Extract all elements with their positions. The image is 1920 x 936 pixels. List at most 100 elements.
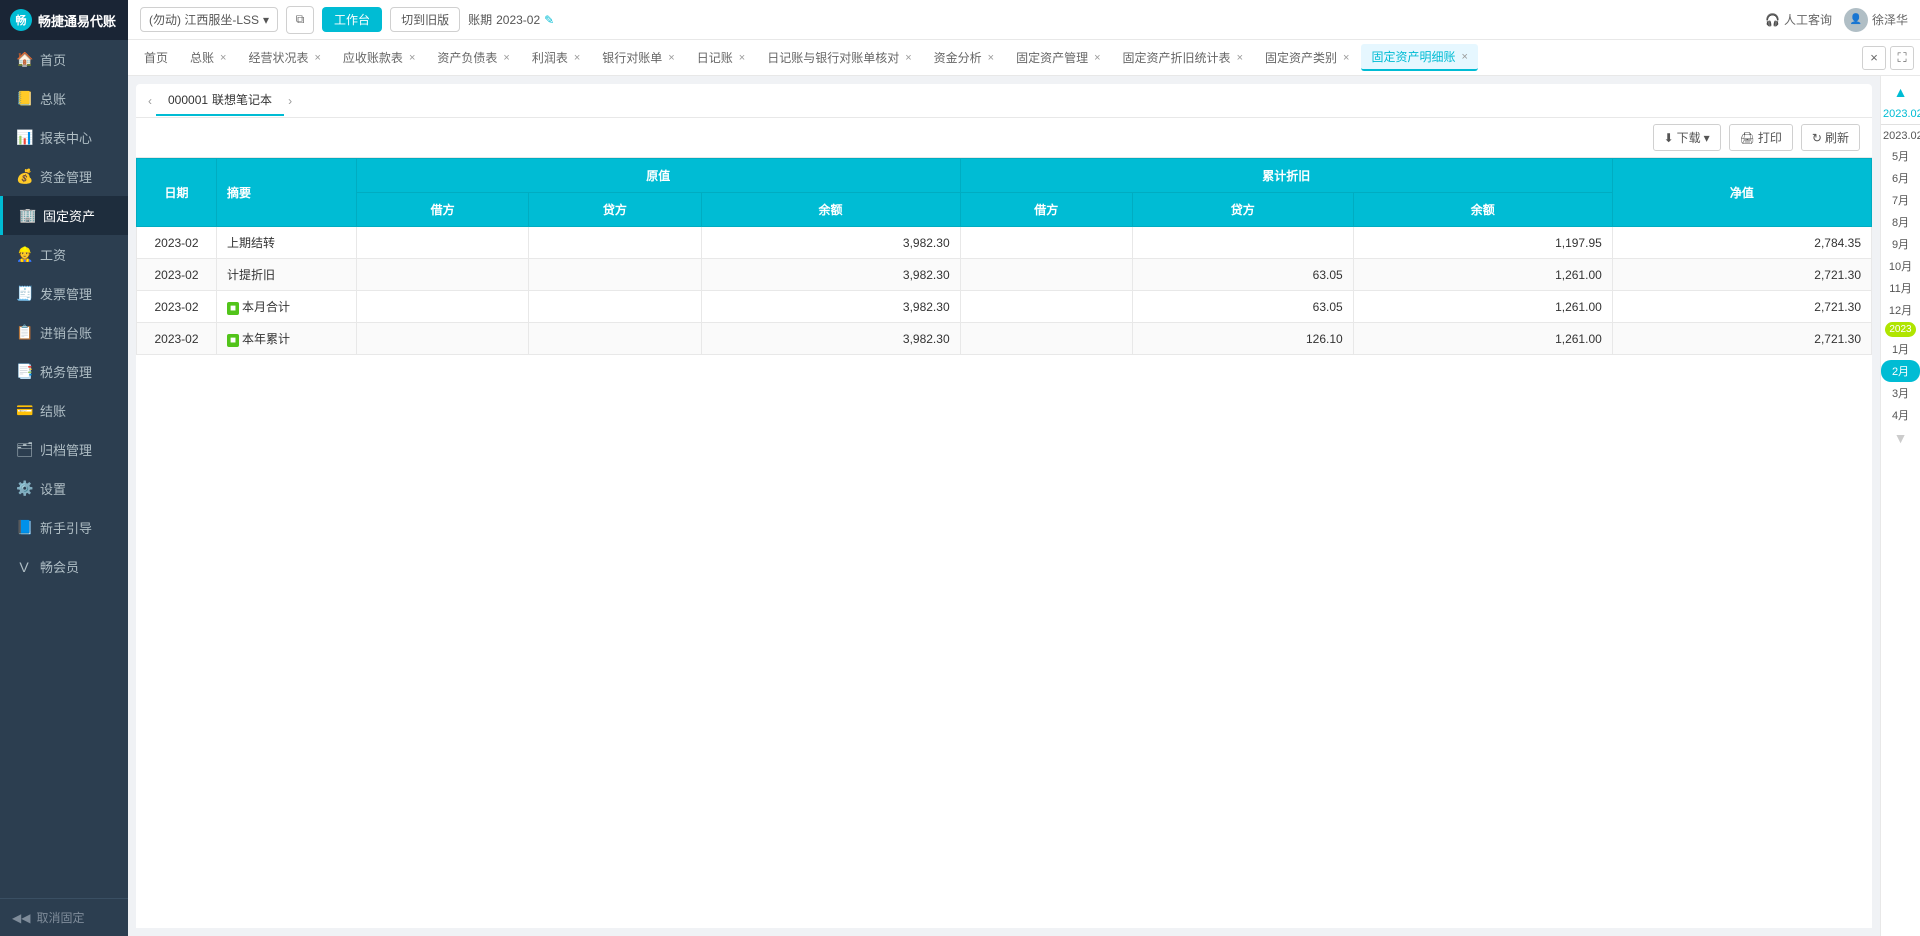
tag-green-2: ■ bbox=[227, 302, 239, 315]
right-panel-month-item-5[interactable]: 8月 bbox=[1881, 211, 1920, 233]
sidebar-icon-1: 📒 bbox=[16, 90, 32, 107]
cell-lj-credit-0 bbox=[1132, 227, 1353, 259]
right-panel-month-item-8[interactable]: 11月 bbox=[1881, 277, 1920, 299]
workbench-button[interactable]: 工作台 bbox=[322, 7, 382, 32]
sidebar-item-2[interactable]: 📊报表中心 bbox=[0, 118, 128, 157]
tab-item-0[interactable]: 首页 bbox=[134, 45, 178, 70]
sidebar-item-7[interactable]: 📋进销台账 bbox=[0, 313, 128, 352]
cell-yz-debit-3 bbox=[357, 323, 529, 355]
scroll-down-button[interactable]: ▼ bbox=[1890, 426, 1912, 450]
right-panel-month-item-4[interactable]: 7月 bbox=[1881, 189, 1920, 211]
table-header-row2: 借方 贷方 余额 借方 贷方 余额 bbox=[137, 193, 1872, 227]
sidebar-label-5: 工资 bbox=[40, 245, 66, 264]
cell-date-2: 2023-02 bbox=[137, 291, 217, 323]
print-button[interactable]: 🖨 打印 bbox=[1729, 124, 1793, 151]
right-panel-month-item-7[interactable]: 10月 bbox=[1881, 255, 1920, 277]
period-edit-icon[interactable]: ✎ bbox=[544, 13, 554, 27]
copy-button[interactable]: ⧉ bbox=[286, 6, 314, 34]
tab-fullscreen-button[interactable]: ⛶ bbox=[1890, 46, 1914, 70]
sidebar-label-4: 固定资产 bbox=[43, 206, 95, 225]
logo-icon: 畅 bbox=[10, 9, 32, 31]
right-panel-month-item-11[interactable]: 1月 bbox=[1881, 338, 1920, 360]
sidebar-item-0[interactable]: 🏠首页 bbox=[0, 40, 128, 79]
tab-close-12[interactable]: × bbox=[1343, 52, 1349, 64]
user-menu[interactable]: 👤 徐泽华 bbox=[1844, 8, 1908, 32]
tab-item-11[interactable]: 固定资产折旧统计表× bbox=[1113, 45, 1253, 70]
toolbar: ⬇ 下载 ▾ 🖨 打印 ↻ 刷新 bbox=[136, 118, 1872, 158]
col-date-header: 日期 bbox=[137, 159, 217, 227]
tab-label-8: 日记账与银行对账单核对 bbox=[767, 49, 899, 66]
tab-close-6[interactable]: × bbox=[668, 52, 674, 64]
cell-lj-balance-1: 1,261.00 bbox=[1353, 259, 1612, 291]
company-name: (勿动) 江西服坐-LSS bbox=[149, 11, 259, 28]
right-panel-month-item-6[interactable]: 9月 bbox=[1881, 233, 1920, 255]
sidebar-item-3[interactable]: 💰资金管理 bbox=[0, 157, 128, 196]
sidebar-item-12[interactable]: 📘新手引导 bbox=[0, 508, 128, 547]
right-panel-month-item-13[interactable]: 3月 bbox=[1881, 382, 1920, 404]
tab-item-3[interactable]: 应收账款表× bbox=[333, 45, 425, 70]
service-button[interactable]: 🎧 人工客询 bbox=[1765, 11, 1832, 28]
tab-item-6[interactable]: 银行对账单× bbox=[592, 45, 684, 70]
tab-label-12: 固定资产类别 bbox=[1265, 49, 1337, 66]
sidebar-item-5[interactable]: 👷工资 bbox=[0, 235, 128, 274]
switch-version-button[interactable]: 切到旧版 bbox=[390, 7, 460, 32]
sidebar-label-1: 总账 bbox=[40, 89, 66, 108]
sub-tab-item[interactable]: 000001 联想笔记本 bbox=[156, 85, 284, 116]
tab-close-4[interactable]: × bbox=[503, 52, 509, 64]
tab-close-7[interactable]: × bbox=[739, 52, 745, 64]
tab-close-13[interactable]: × bbox=[1461, 51, 1467, 63]
sidebar-icon-9: 💳 bbox=[16, 402, 32, 419]
tab-close-all-button[interactable]: × bbox=[1862, 46, 1886, 70]
sidebar-item-13[interactable]: V畅会员 bbox=[0, 547, 128, 586]
tab-item-8[interactable]: 日记账与银行对账单核对 × bbox=[757, 45, 921, 70]
company-selector[interactable]: (勿动) 江西服坐-LSS ▾ bbox=[140, 7, 278, 32]
chevron-down-icon: ▾ bbox=[263, 13, 269, 27]
tab-item-9[interactable]: 资金分析 × bbox=[924, 45, 1004, 70]
tab-close-9[interactable]: × bbox=[988, 52, 994, 64]
tab-item-13[interactable]: 固定资产明细账× bbox=[1361, 44, 1477, 71]
sidebar-item-8[interactable]: 📑税务管理 bbox=[0, 352, 128, 391]
sidebar-icon-2: 📊 bbox=[16, 129, 32, 146]
tab-item-7[interactable]: 日记账× bbox=[687, 45, 755, 70]
tab-close-3[interactable]: × bbox=[409, 52, 415, 64]
tab-item-12[interactable]: 固定资产类别 × bbox=[1255, 45, 1359, 70]
download-button[interactable]: ⬇ 下载 ▾ bbox=[1653, 124, 1721, 151]
right-panel-year-badge[interactable]: 2023 bbox=[1885, 322, 1915, 337]
tab-close-8[interactable]: × bbox=[905, 52, 911, 64]
tab-item-4[interactable]: 资产负债表× bbox=[427, 45, 519, 70]
sidebar-item-9[interactable]: 💳结账 bbox=[0, 391, 128, 430]
tab-item-1[interactable]: 总账× bbox=[180, 45, 236, 70]
sidebar-item-4[interactable]: 🏢固定资产 bbox=[0, 196, 128, 235]
tab-item-5[interactable]: 利润表× bbox=[522, 45, 590, 70]
right-panel-month-item-14[interactable]: 4月 bbox=[1881, 404, 1920, 426]
sidebar-item-1[interactable]: 📒 总账 bbox=[0, 79, 128, 118]
dropdown-icon: ▾ bbox=[1704, 131, 1710, 145]
sidebar-bottom[interactable]: ◀◀ 取消固定 bbox=[0, 898, 128, 936]
right-panel-active-month[interactable]: 2月 bbox=[1881, 360, 1920, 382]
refresh-button[interactable]: ↻ 刷新 bbox=[1801, 124, 1860, 151]
right-panel-month-item-3[interactable]: 6月 bbox=[1881, 167, 1920, 189]
right-panel-month-item-9[interactable]: 12月 bbox=[1881, 299, 1920, 321]
tab-close-1[interactable]: × bbox=[220, 52, 226, 64]
prev-arrow[interactable]: ‹ bbox=[144, 94, 156, 108]
cell-lj-balance-3: 1,261.00 bbox=[1353, 323, 1612, 355]
refresh-icon: ↻ bbox=[1812, 131, 1822, 145]
sidebar-item-10[interactable]: 🗂归档管理 bbox=[0, 430, 128, 469]
sidebar-item-11[interactable]: ⚙️设置 bbox=[0, 469, 128, 508]
tab-close-5[interactable]: × bbox=[574, 52, 580, 64]
tab-close-2[interactable]: × bbox=[314, 52, 320, 64]
scroll-up-button[interactable]: ▲ bbox=[1890, 80, 1912, 104]
sidebar-logo: 畅 畅捷通易代账 bbox=[0, 0, 128, 40]
tab-close-10[interactable]: × bbox=[1094, 52, 1100, 64]
topbar: (勿动) 江西服坐-LSS ▾ ⧉ 工作台 切到旧版 账期 2023-02 ✎ … bbox=[128, 0, 1920, 40]
next-arrow[interactable]: › bbox=[284, 94, 296, 108]
right-panel-month-item-1[interactable]: 2023.02 bbox=[1881, 127, 1920, 145]
table-header-row1: 日期 摘要 原值 累计折旧 净值 bbox=[137, 159, 1872, 193]
tab-label-9: 资金分析 bbox=[934, 49, 982, 66]
period-label: 账期 bbox=[468, 11, 492, 28]
tab-item-2[interactable]: 经营状况表× bbox=[238, 45, 330, 70]
tab-close-11[interactable]: × bbox=[1237, 52, 1243, 64]
sidebar-item-6[interactable]: 🧾发票管理 bbox=[0, 274, 128, 313]
right-panel-month-item-2[interactable]: 5月 bbox=[1881, 145, 1920, 167]
tab-item-10[interactable]: 固定资产管理× bbox=[1006, 45, 1110, 70]
